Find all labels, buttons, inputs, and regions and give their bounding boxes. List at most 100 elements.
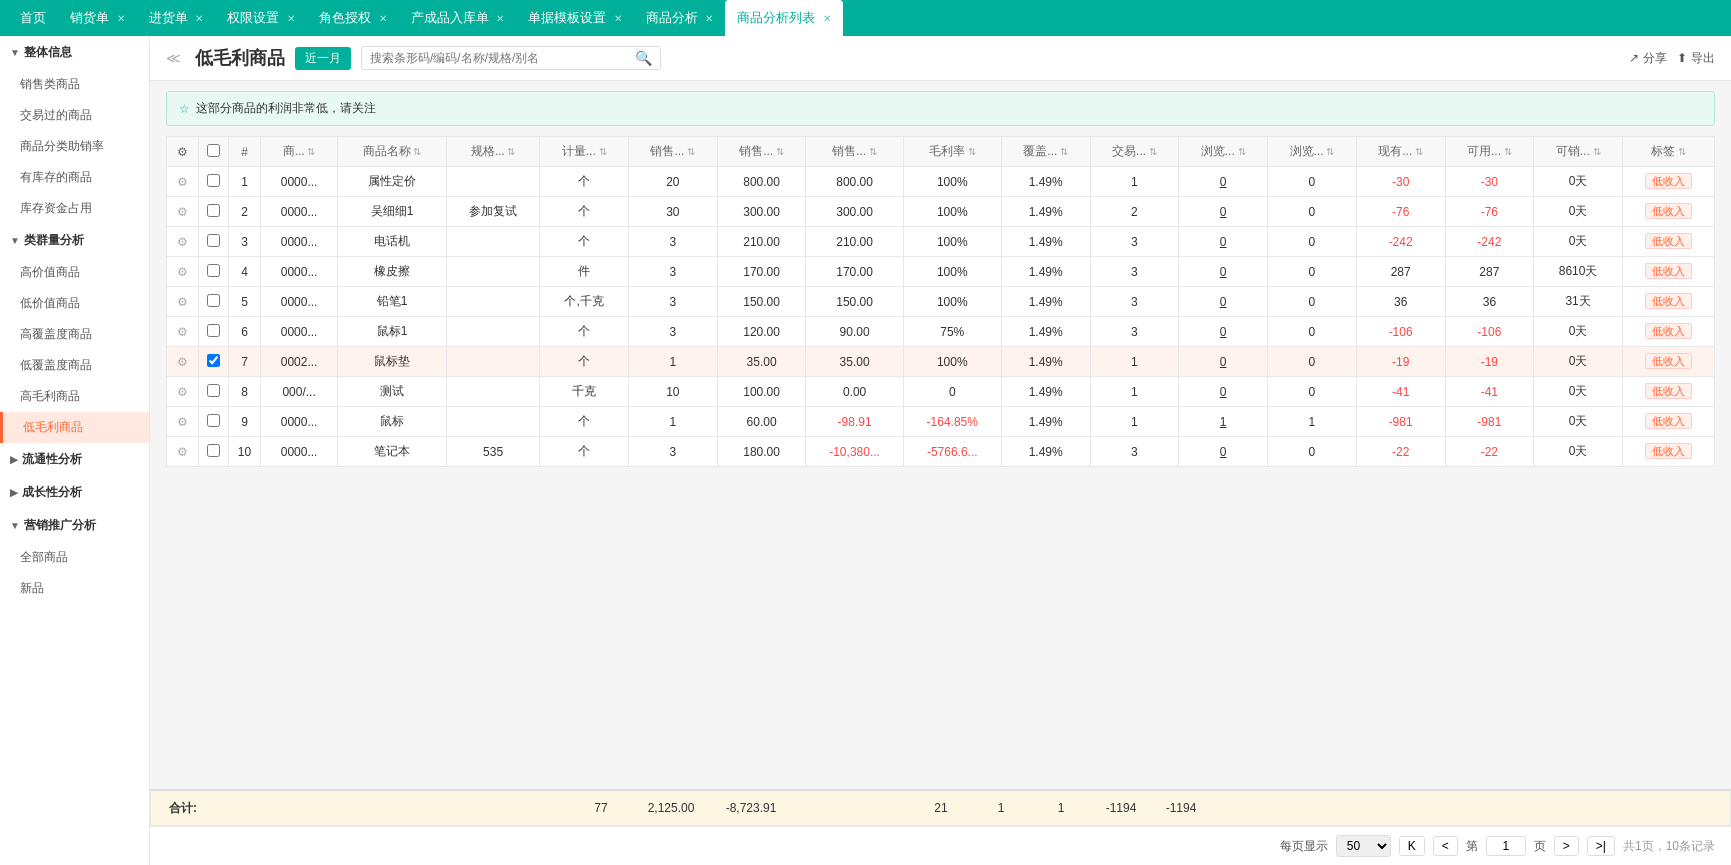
sidebar-item-traded-goods[interactable]: 交易过的商品: [0, 100, 149, 131]
nav-item-purchase[interactable]: 进货单 ✕: [137, 0, 216, 36]
td-checkbox[interactable]: [199, 227, 229, 257]
td-settings[interactable]: ⚙: [167, 437, 199, 467]
td-settings[interactable]: ⚙: [167, 407, 199, 437]
sidebar-item-low-value[interactable]: 低价值商品: [0, 288, 149, 319]
td-browse1[interactable]: 1: [1179, 407, 1268, 437]
td-settings[interactable]: ⚙: [167, 287, 199, 317]
td-checkbox[interactable]: [199, 197, 229, 227]
td-browse1[interactable]: 0: [1179, 197, 1268, 227]
next-page-button[interactable]: >: [1554, 836, 1579, 856]
td-browse1[interactable]: 0: [1179, 437, 1268, 467]
row-checkbox[interactable]: [207, 204, 220, 217]
sidebar-item-new-goods[interactable]: 新品: [0, 573, 149, 604]
sidebar-item-high-coverage[interactable]: 高覆盖度商品: [0, 319, 149, 350]
sidebar-item-sales-goods[interactable]: 销售类商品: [0, 69, 149, 100]
sidebar-item-capital[interactable]: 库存资金占用: [0, 193, 149, 224]
page-number-input[interactable]: [1486, 836, 1526, 856]
td-browse1[interactable]: 0: [1179, 317, 1268, 347]
th-unit[interactable]: 计量...: [540, 137, 629, 167]
nav-item-home[interactable]: 首页: [8, 0, 58, 36]
row-checkbox[interactable]: [207, 234, 220, 247]
td-settings[interactable]: ⚙: [167, 167, 199, 197]
td-settings[interactable]: ⚙: [167, 317, 199, 347]
row-checkbox[interactable]: [207, 174, 220, 187]
td-checkbox[interactable]: [199, 347, 229, 377]
nav-item-role[interactable]: 角色授权 ✕: [307, 0, 399, 36]
td-settings[interactable]: ⚙: [167, 197, 199, 227]
nav-item-analysis[interactable]: 商品分析 ✕: [634, 0, 726, 36]
sidebar-group-header-cluster[interactable]: ▼ 类群量分析: [0, 224, 149, 257]
th-gross-rate[interactable]: 毛利率: [903, 137, 1001, 167]
td-settings[interactable]: ⚙: [167, 257, 199, 287]
last-page-button[interactable]: >|: [1587, 836, 1615, 856]
td-browse1[interactable]: 0: [1179, 227, 1268, 257]
th-sales-price[interactable]: 销售...: [717, 137, 806, 167]
th-trade[interactable]: 交易...: [1090, 137, 1179, 167]
td-checkbox[interactable]: [199, 167, 229, 197]
td-checkbox[interactable]: [199, 377, 229, 407]
td-browse1[interactable]: 0: [1179, 377, 1268, 407]
td-checkbox[interactable]: [199, 407, 229, 437]
search-icon[interactable]: 🔍: [635, 50, 652, 66]
td-settings[interactable]: ⚙: [167, 347, 199, 377]
row-checkbox[interactable]: [207, 444, 220, 457]
nav-close-permission[interactable]: ✕: [287, 13, 295, 24]
td-settings[interactable]: ⚙: [167, 377, 199, 407]
page-size-select[interactable]: 50 100 200: [1336, 835, 1391, 857]
td-settings[interactable]: ⚙: [167, 227, 199, 257]
th-name[interactable]: 商品名称: [338, 137, 447, 167]
th-settings[interactable]: ⚙: [167, 137, 199, 167]
th-sellable[interactable]: 可销...: [1534, 137, 1623, 167]
sidebar-item-high-margin[interactable]: 高毛利商品: [0, 381, 149, 412]
first-page-button[interactable]: K: [1399, 836, 1425, 856]
sidebar-item-stocked-goods[interactable]: 有库存的商品: [0, 162, 149, 193]
nav-item-analysis-list[interactable]: 商品分析列表 ✕: [725, 0, 843, 36]
th-available[interactable]: 可用...: [1445, 137, 1534, 167]
sidebar-group-header-growth[interactable]: ▶ 成长性分析: [0, 476, 149, 509]
th-checkbox[interactable]: [199, 137, 229, 167]
nav-close-analysis[interactable]: ✕: [705, 13, 713, 24]
th-current-stock[interactable]: 现有...: [1356, 137, 1445, 167]
sidebar-item-high-value[interactable]: 高价值商品: [0, 257, 149, 288]
nav-close-purchase[interactable]: ✕: [195, 13, 203, 24]
td-checkbox[interactable]: [199, 287, 229, 317]
td-browse1[interactable]: 0: [1179, 167, 1268, 197]
row-checkbox[interactable]: [207, 384, 220, 397]
search-input[interactable]: [370, 51, 635, 65]
th-coverage[interactable]: 覆盖...: [1001, 137, 1090, 167]
nav-item-permission[interactable]: 权限设置 ✕: [215, 0, 307, 36]
export-button[interactable]: ⬆ 导出: [1677, 50, 1715, 67]
nav-close-product[interactable]: ✕: [496, 13, 504, 24]
nav-close-sales[interactable]: ✕: [117, 13, 125, 24]
th-sales-qty[interactable]: 销售...: [628, 137, 717, 167]
nav-close-template[interactable]: ✕: [614, 13, 622, 24]
date-filter-button[interactable]: 近一月: [295, 47, 351, 70]
th-browse2[interactable]: 浏览...: [1268, 137, 1357, 167]
prev-page-button[interactable]: <: [1433, 836, 1458, 856]
row-checkbox[interactable]: [207, 354, 220, 367]
th-spec[interactable]: 规格...: [446, 137, 539, 167]
sidebar-item-low-coverage[interactable]: 低覆盖度商品: [0, 350, 149, 381]
nav-close-role[interactable]: ✕: [379, 13, 387, 24]
td-browse1[interactable]: 0: [1179, 257, 1268, 287]
nav-close-analysis-list[interactable]: ✕: [823, 13, 831, 24]
td-browse1[interactable]: 0: [1179, 347, 1268, 377]
td-checkbox[interactable]: [199, 317, 229, 347]
th-sales-profit[interactable]: 销售...: [806, 137, 903, 167]
sidebar-group-header-overall[interactable]: ▼ 整体信息: [0, 36, 149, 69]
sidebar-item-low-margin[interactable]: 低毛利商品: [0, 412, 149, 443]
th-code[interactable]: 商...: [261, 137, 338, 167]
sidebar-group-header-marketing[interactable]: ▼ 营销推广分析: [0, 509, 149, 542]
th-browse1[interactable]: 浏览...: [1179, 137, 1268, 167]
nav-item-sales[interactable]: 销货单 ✕: [58, 0, 137, 36]
sidebar-group-header-circulation[interactable]: ▶ 流通性分析: [0, 443, 149, 476]
td-checkbox[interactable]: [199, 437, 229, 467]
sidebar-item-category-rate[interactable]: 商品分类助销率: [0, 131, 149, 162]
nav-item-product[interactable]: 产成品入库单 ✕: [399, 0, 517, 36]
share-button[interactable]: ↗ 分享: [1629, 50, 1667, 67]
row-checkbox[interactable]: [207, 414, 220, 427]
td-checkbox[interactable]: [199, 257, 229, 287]
row-checkbox[interactable]: [207, 264, 220, 277]
th-tag[interactable]: 标签: [1622, 137, 1714, 167]
row-checkbox[interactable]: [207, 294, 220, 307]
